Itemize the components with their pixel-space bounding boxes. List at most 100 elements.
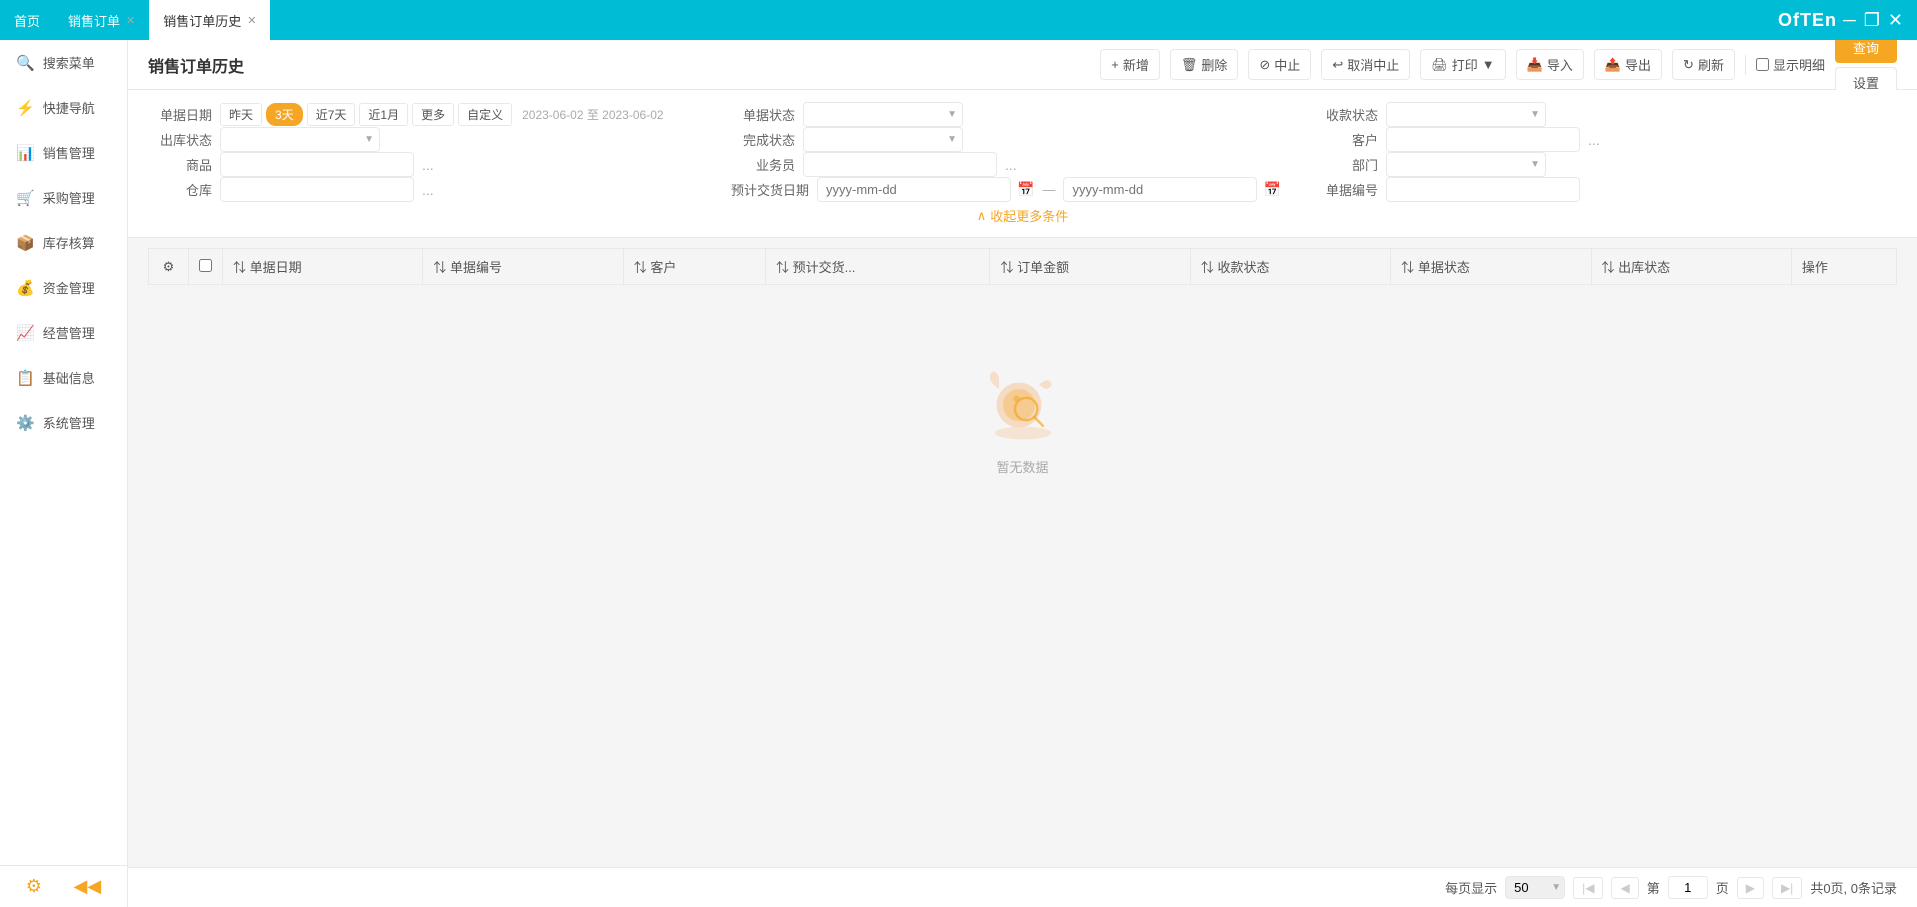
expected-date-start[interactable]	[817, 177, 1011, 202]
next-page-btn[interactable]: ▶	[1737, 877, 1764, 899]
page-number-input[interactable]	[1668, 876, 1708, 899]
sidebar-item-ops-mgmt[interactable]: 📈 经营管理	[0, 310, 127, 355]
dept-control: ▼	[1386, 152, 1897, 177]
complete-status-select[interactable]	[803, 127, 963, 152]
complete-status-control: ▼	[803, 127, 1314, 152]
refresh-button[interactable]: ↻ 刷新	[1672, 49, 1735, 80]
th-doc-date-sort-icon[interactable]: ⇅	[233, 260, 246, 275]
sidebar-settings-icon[interactable]: ⚙	[26, 876, 42, 897]
add-button[interactable]: + 新增	[1100, 49, 1160, 80]
th-customer-sort-icon[interactable]: ⇅	[634, 260, 647, 275]
customer-control: ...	[1386, 127, 1897, 152]
tab-home[interactable]: 首页	[0, 0, 54, 40]
sidebar-collapse-icon[interactable]: ◀◀	[74, 876, 102, 897]
close-window-btn[interactable]: ✕	[1888, 10, 1903, 31]
doc-no-input[interactable]	[1386, 177, 1580, 202]
delete-button[interactable]: 🗑 删除	[1170, 49, 1239, 80]
doc-date-controls: 昨天 3天 近7天 近1月 更多 自定义 2023-06-02 至 2023-0…	[220, 103, 731, 126]
date-buttons: 昨天 3天 近7天 近1月 更多 自定义	[220, 103, 512, 126]
date-btn-1month[interactable]: 近1月	[359, 103, 408, 126]
minimize-btn[interactable]: ─	[1843, 10, 1856, 31]
tab-sales-order-history[interactable]: 销售订单历史 ✕	[149, 0, 270, 40]
sidebar-item-basic-info[interactable]: 📋 基础信息	[0, 355, 127, 400]
brand-label: OfTEn	[1778, 10, 1837, 31]
sidebar-item-finance-mgmt[interactable]: 💰 资金管理	[0, 265, 127, 310]
first-page-btn[interactable]: |◀	[1573, 877, 1603, 899]
last-page-btn[interactable]: ▶|	[1772, 877, 1802, 899]
doc-status-control: ▼	[803, 102, 1314, 127]
th-order-amount-sort-icon[interactable]: ⇅	[1000, 260, 1013, 275]
th-out-status: ⇅ 出库状态	[1591, 249, 1791, 285]
footer: 每页显示 10 20 50 100 ▼ |◀ ◀ 第 页 ▶ ▶| 共0页, 0…	[128, 867, 1917, 907]
sidebar-item-sales-mgmt[interactable]: 📊 销售管理	[0, 130, 127, 175]
filter-cell-pay-status: 收款状态 ▼	[1314, 102, 1897, 127]
sidebar: 🔍 搜索菜单 ⚡ 快捷导航 📊 销售管理 🛒 采购管理 📦 库存核算 💰 资金管…	[0, 40, 128, 907]
salesman-label: 业务员	[731, 155, 803, 174]
per-page-select-wrapper: 10 20 50 100 ▼	[1505, 876, 1565, 899]
collapse-arrow-icon: ∧	[977, 208, 987, 224]
tab-sales-order-close[interactable]: ✕	[126, 14, 135, 27]
date-range-display: 2023-06-02 至 2023-06-02	[522, 106, 663, 123]
content-area: 销售订单历史 + 新增 🗑 删除 ⊘ 中止 ↩ 取消中止	[128, 40, 1917, 907]
th-pay-status-sort-icon[interactable]: ⇅	[1201, 260, 1214, 275]
th-settings[interactable]: ⚙	[149, 249, 189, 285]
product-input[interactable]	[220, 152, 414, 177]
stop-button[interactable]: ⊘ 中止	[1248, 49, 1311, 80]
sidebar-item-search-menu[interactable]: 🔍 搜索菜单	[0, 40, 127, 85]
warehouse-dots-btn[interactable]: ...	[418, 182, 438, 198]
export-button[interactable]: 📤 导出	[1594, 49, 1662, 80]
per-page-label: 每页显示	[1445, 878, 1497, 897]
calendar-start-icon[interactable]: 📅	[1017, 181, 1034, 198]
tab-sales-order[interactable]: 销售订单 ✕	[54, 0, 149, 40]
filter-cell-doc-no: 单据编号	[1314, 177, 1897, 202]
restore-btn[interactable]: ❐	[1864, 10, 1880, 31]
product-label: 商品	[148, 155, 220, 174]
collapse-label: 收起更多条件	[990, 206, 1068, 225]
sidebar-item-inventory-calc[interactable]: 📦 库存核算	[0, 220, 127, 265]
collapse-bar[interactable]: ∧ 收起更多条件	[148, 202, 1897, 229]
date-btn-yesterday[interactable]: 昨天	[220, 103, 262, 126]
expected-date-control: 📅 — 📅	[817, 177, 1314, 202]
pay-status-select[interactable]	[1386, 102, 1546, 127]
customer-label: 客户	[1314, 130, 1386, 149]
empty-illustration	[973, 365, 1073, 445]
date-btn-custom[interactable]: 自定义	[458, 103, 512, 126]
print-arrow-icon: ▼	[1482, 57, 1495, 72]
import-button[interactable]: 📥 导入	[1516, 49, 1584, 80]
out-status-select[interactable]	[220, 127, 380, 152]
prev-page-btn[interactable]: ◀	[1611, 877, 1638, 899]
salesman-input[interactable]	[803, 152, 997, 177]
sidebar-item-purchase-mgmt[interactable]: 🛒 采购管理	[0, 175, 127, 220]
warehouse-input[interactable]	[220, 177, 414, 202]
sidebar-item-quick-nav[interactable]: ⚡ 快捷导航	[0, 85, 127, 130]
customer-input[interactable]	[1386, 127, 1580, 152]
th-doc-no-sort-icon[interactable]: ⇅	[433, 260, 446, 275]
th-expected-date-sort-icon[interactable]: ⇅	[776, 260, 789, 275]
product-dots-btn[interactable]: ...	[418, 157, 438, 173]
print-button[interactable]: 🖨 打印 ▼	[1420, 49, 1505, 80]
th-out-status-sort-icon[interactable]: ⇅	[1602, 260, 1615, 275]
th-checkbox[interactable]	[189, 249, 223, 285]
salesman-dots-btn[interactable]: ...	[1001, 157, 1021, 173]
display-toggle-checkbox[interactable]	[1756, 58, 1769, 71]
tab-sales-order-history-close[interactable]: ✕	[247, 14, 256, 27]
date-btn-more[interactable]: 更多	[412, 103, 454, 126]
select-all-checkbox[interactable]	[199, 259, 212, 272]
date-btn-7days[interactable]: 近7天	[307, 103, 356, 126]
cancel-stop-button[interactable]: ↩ 取消中止	[1321, 49, 1410, 80]
th-doc-status-sort-icon[interactable]: ⇅	[1401, 260, 1414, 275]
inventory-calc-icon: 📦	[16, 234, 35, 252]
filter-row-1: 单据日期 昨天 3天 近7天 近1月 更多 自定义 2023-06-02 至 2…	[148, 102, 1897, 127]
filter-cell-customer: 客户 ...	[1314, 127, 1897, 152]
per-page-select[interactable]: 10 20 50 100	[1505, 876, 1565, 899]
date-btn-3days[interactable]: 3天	[266, 103, 303, 126]
customer-dots-btn[interactable]: ...	[1584, 132, 1604, 148]
table-settings-icon[interactable]: ⚙	[163, 259, 175, 274]
display-toggle[interactable]: 显示明细	[1756, 55, 1825, 74]
dept-select[interactable]	[1386, 152, 1546, 177]
sidebar-item-sys-mgmt[interactable]: ⚙️ 系统管理	[0, 400, 127, 445]
expected-date-end[interactable]	[1063, 177, 1257, 202]
doc-status-select[interactable]	[803, 102, 963, 127]
calendar-end-icon[interactable]: 📅	[1263, 181, 1280, 198]
query-button[interactable]: 查询	[1835, 40, 1897, 63]
